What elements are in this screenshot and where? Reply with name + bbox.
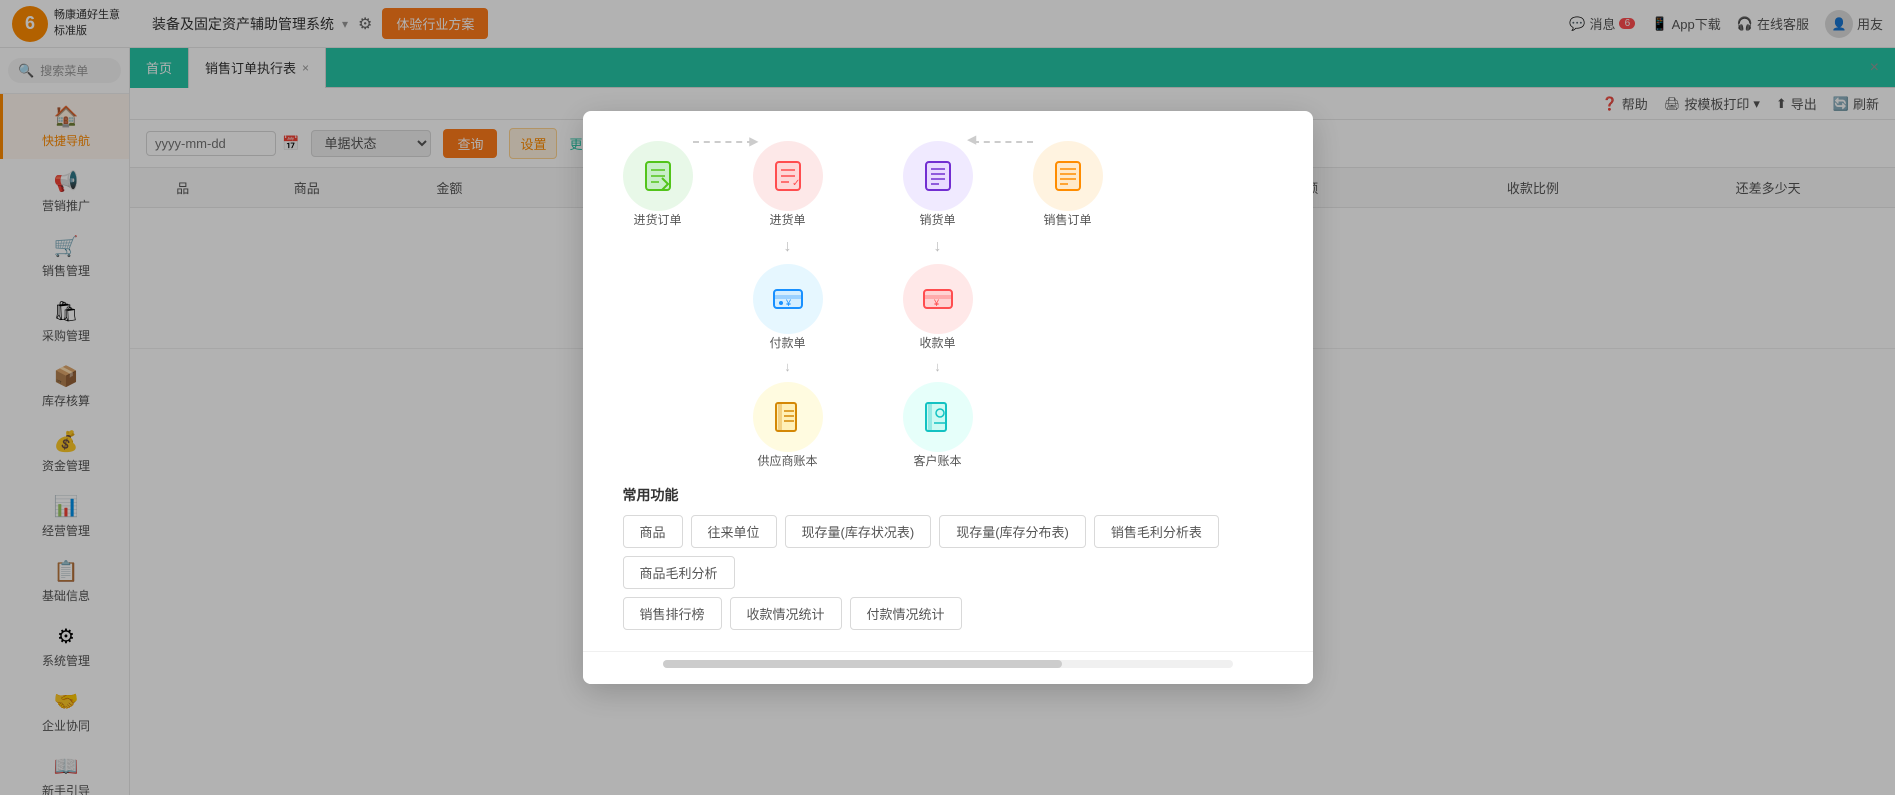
- customer-account-circle: [903, 382, 973, 452]
- receipt-circle: ¥: [903, 264, 973, 334]
- common-btn-product-margin[interactable]: 商品毛利分析: [623, 556, 735, 589]
- purchase-bill-circle: ✓: [753, 141, 823, 211]
- customer-account-label: 客户账本: [913, 452, 961, 469]
- common-buttons-row1: 商品 往来单位 现存量(库存状况表) 现存量(库存分布表) 销售毛利分析表 商品…: [623, 515, 1273, 589]
- common-btn-stock-dist[interactable]: 现存量(库存分布表): [939, 515, 1086, 548]
- supplier-account-label: 供应商账本: [757, 452, 817, 469]
- common-btn-stock-status[interactable]: 现存量(库存状况表): [785, 515, 932, 548]
- common-btn-sales-margin[interactable]: 销售毛利分析表: [1094, 515, 1219, 548]
- receipt-label: 收款单: [919, 334, 955, 351]
- common-btn-product[interactable]: 商品: [623, 515, 683, 548]
- modal-scrollbar-thumb: [663, 660, 1062, 668]
- common-btn-partner[interactable]: 往来单位: [691, 515, 777, 548]
- supplier-account-circle: [753, 382, 823, 452]
- common-btn-sales-rank[interactable]: 销售排行榜: [623, 597, 722, 630]
- flow-node-payment: ¥ 付款单: [753, 264, 823, 351]
- flow-node-sale-order: 销售订单: [1033, 141, 1103, 228]
- flow-node-supplier-account: 供应商账本: [753, 382, 823, 469]
- common-functions-section: 常用功能 商品 往来单位 现存量(库存状况表) 现存量(库存分布表) 销售毛利分…: [623, 485, 1273, 630]
- payment-label: 付款单: [769, 334, 805, 351]
- spacer-mid: [823, 141, 903, 163]
- flow-node-purchase-order: 进货订单: [623, 141, 693, 228]
- arrow-2: ▶: [973, 141, 1033, 165]
- payment-circle: ¥: [753, 264, 823, 334]
- modal-scrollbar[interactable]: [663, 660, 1233, 668]
- sale-order-circle: [1033, 141, 1103, 211]
- common-btn-receipt-stats[interactable]: 收款情况统计: [730, 597, 842, 630]
- svg-text:¥: ¥: [933, 298, 940, 308]
- flow-node-purchase-bill: ✓ 进货单: [753, 141, 823, 228]
- flow-modal: 进货订单 ▶ ✓ 进货单: [583, 111, 1313, 684]
- down-arrow-purchase: ↓: [753, 238, 823, 256]
- svg-text:¥: ¥: [785, 298, 792, 308]
- arrow-1: ▶: [693, 141, 753, 165]
- common-btn-payment-stats[interactable]: 付款情况统计: [850, 597, 962, 630]
- down-arrow-receipt: ↓: [903, 359, 973, 374]
- flow-node-receipt: ¥ 收款单: [903, 264, 973, 351]
- purchase-bill-label: 进货单: [769, 211, 805, 228]
- common-functions-title: 常用功能: [623, 485, 1273, 505]
- purchase-order-label: 进货订单: [633, 211, 681, 228]
- svg-text:✓: ✓: [792, 178, 800, 189]
- sale-bill-circle: [903, 141, 973, 211]
- modal-scrollbar-container: [583, 651, 1313, 684]
- modal-overlay[interactable]: 进货订单 ▶ ✓ 进货单: [0, 0, 1895, 795]
- sale-order-label: 销售订单: [1043, 211, 1091, 228]
- down-arrow-payment: ↓: [753, 359, 823, 374]
- down-arrow-sale: ↓: [903, 238, 973, 256]
- common-buttons-row2: 销售排行榜 收款情况统计 付款情况统计: [623, 597, 1273, 630]
- flow-node-customer-account: 客户账本: [903, 382, 973, 469]
- flow-node-sale-bill: 销货单: [903, 141, 973, 228]
- sale-bill-label: 销货单: [919, 211, 955, 228]
- purchase-order-circle: [623, 141, 693, 211]
